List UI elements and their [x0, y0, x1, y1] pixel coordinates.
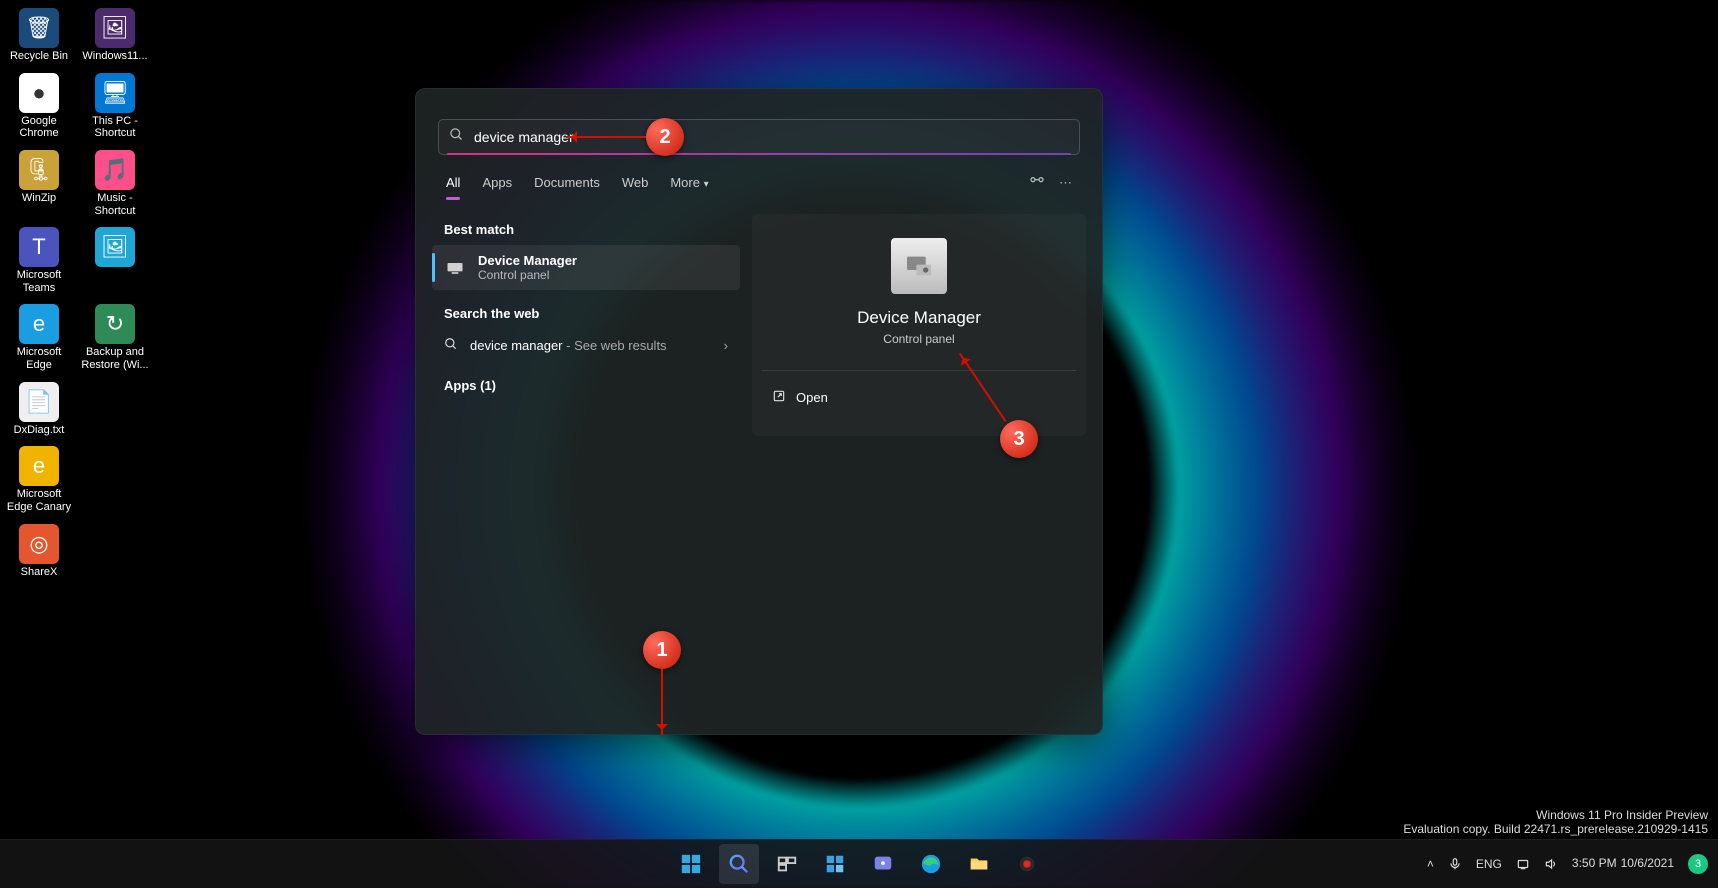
detail-device-manager-icon: [891, 238, 947, 294]
app-icon: e: [19, 304, 59, 344]
desktop-icon[interactable]: ●Google Chrome: [4, 69, 74, 140]
edge-button[interactable]: [911, 844, 951, 884]
search-box[interactable]: [438, 119, 1080, 155]
desktop-icons-area: 🗑Recycle Bin🖼Windows11...●Google Chrome🖥…: [0, 0, 168, 582]
chevron-right-icon: ›: [724, 338, 728, 353]
connected-apps-icon[interactable]: [1029, 173, 1045, 192]
icon-label: Microsoft Teams: [4, 269, 74, 294]
watermark-line-2: Evaluation copy. Build 22471.rs_prerelea…: [1403, 822, 1708, 836]
desktop-icon[interactable]: 🎵Music - Shortcut: [80, 146, 150, 217]
widgets-button[interactable]: [815, 844, 855, 884]
web-search-result[interactable]: device manager - See web results ›: [432, 329, 740, 362]
clock-date: 10/6/2021: [1621, 857, 1674, 871]
app-icon: 🖥: [95, 73, 135, 113]
tab-apps[interactable]: Apps: [482, 169, 512, 196]
taskbar: ˄ ENG 3:50 PM 10/6/2021 3: [0, 839, 1718, 888]
desktop-icon[interactable]: eMicrosoft Edge Canary: [4, 442, 74, 513]
best-match-title: Device Manager: [478, 253, 577, 268]
search-tabs: All Apps Documents Web More ▾ ⋯: [416, 169, 1102, 196]
windows-watermark: Windows 11 Pro Insider Preview Evaluatio…: [1403, 808, 1708, 836]
desktop-icon[interactable]: ◎ ShareX: [4, 520, 74, 579]
icon-label: This PC - Shortcut: [80, 115, 150, 140]
divider: [762, 370, 1076, 371]
clock[interactable]: 3:50 PM 10/6/2021: [1572, 857, 1674, 871]
tray-chevron-icon[interactable]: ˄: [1427, 857, 1434, 871]
file-explorer-button[interactable]: [959, 844, 999, 884]
volume-icon[interactable]: [1544, 857, 1558, 871]
start-search-panel: All Apps Documents Web More ▾ ⋯ Best match D…: [415, 88, 1103, 735]
search-input[interactable]: [472, 128, 1069, 146]
app-icon: 🎵: [95, 150, 135, 190]
app-icon: 🖼: [95, 8, 135, 48]
icon-label: Backup and Restore (Wi...: [80, 346, 150, 371]
icon-label: Microsoft Edge: [4, 346, 74, 371]
open-icon: [772, 389, 786, 406]
start-button[interactable]: [671, 844, 711, 884]
device-manager-icon: [444, 257, 466, 279]
tab-web[interactable]: Web: [622, 169, 649, 196]
desktop-icon[interactable]: 🗜 WinZip: [4, 146, 74, 217]
app-icon: 🗜: [19, 150, 59, 190]
watermark-line-1: Windows 11 Pro Insider Preview: [1403, 808, 1708, 822]
taskbar-center: [671, 844, 1047, 884]
best-match-result[interactable]: Device Manager Control panel: [432, 245, 740, 290]
search-web-heading: Search the web: [444, 306, 728, 321]
tab-all[interactable]: All: [446, 169, 460, 196]
tab-documents[interactable]: Documents: [534, 169, 600, 196]
open-action[interactable]: Open: [762, 383, 838, 412]
open-label: Open: [796, 390, 828, 405]
chevron-down-icon: ▾: [704, 179, 709, 190]
icon-label: DxDiag.txt: [14, 424, 65, 437]
web-query-text: device manager: [470, 338, 563, 353]
detail-subtitle: Control panel: [883, 332, 954, 346]
icon-label: WinZip: [22, 192, 56, 205]
desktop-icon[interactable]: ↻Backup and Restore (Wi...: [80, 300, 150, 371]
detail-title: Device Manager: [857, 308, 981, 328]
desktop-icon[interactable]: eMicrosoft Edge: [4, 300, 74, 371]
notification-badge[interactable]: 3: [1688, 854, 1708, 874]
icon-label: Music - Shortcut: [80, 192, 150, 217]
more-options-icon[interactable]: ⋯: [1059, 175, 1072, 191]
search-icon: [444, 337, 458, 354]
desktop-icon[interactable]: 🖼 Windows11...: [80, 4, 150, 63]
chat-button[interactable]: [863, 844, 903, 884]
desktop-icon[interactable]: 🖼: [80, 223, 150, 294]
task-view-button[interactable]: [767, 844, 807, 884]
clock-time: 3:50 PM: [1572, 857, 1617, 871]
microphone-icon[interactable]: [1448, 857, 1462, 871]
apps-heading: Apps (1): [444, 378, 728, 393]
app-icon: T: [19, 227, 59, 267]
search-icon: [449, 127, 464, 147]
desktop-icon[interactable]: 📄 DxDiag.txt: [4, 378, 74, 437]
language-indicator[interactable]: ENG: [1476, 857, 1502, 871]
app-icon: 🖼: [95, 227, 135, 267]
icon-label: Google Chrome: [4, 115, 74, 140]
desktop-icon[interactable]: 🖥This PC - Shortcut: [80, 69, 150, 140]
web-suffix-text: - See web results: [566, 338, 666, 353]
app-icon: 📄: [19, 382, 59, 422]
icon-label: Recycle Bin: [10, 50, 68, 63]
app-icon: 🗑: [19, 8, 59, 48]
app-icon: ↻: [95, 304, 135, 344]
desktop-icon[interactable]: TMicrosoft Teams: [4, 223, 74, 294]
tab-more[interactable]: More ▾: [670, 169, 708, 196]
system-tray: ˄ ENG 3:50 PM 10/6/2021 3: [1427, 840, 1708, 888]
best-match-heading: Best match: [444, 222, 728, 237]
best-match-subtitle: Control panel: [478, 268, 577, 282]
app-icon: ◎: [19, 524, 59, 564]
search-button[interactable]: [719, 844, 759, 884]
icon-label: ShareX: [21, 566, 58, 579]
recorder-button[interactable]: [1007, 844, 1047, 884]
network-icon[interactable]: [1516, 857, 1530, 871]
icon-label: Microsoft Edge Canary: [4, 488, 74, 513]
icon-label: Windows11...: [82, 50, 147, 63]
result-detail-pane: Device Manager Control panel Open: [752, 214, 1086, 436]
desktop-icon[interactable]: 🗑 Recycle Bin: [4, 4, 74, 63]
app-icon: e: [19, 446, 59, 486]
app-icon: ●: [19, 73, 59, 113]
